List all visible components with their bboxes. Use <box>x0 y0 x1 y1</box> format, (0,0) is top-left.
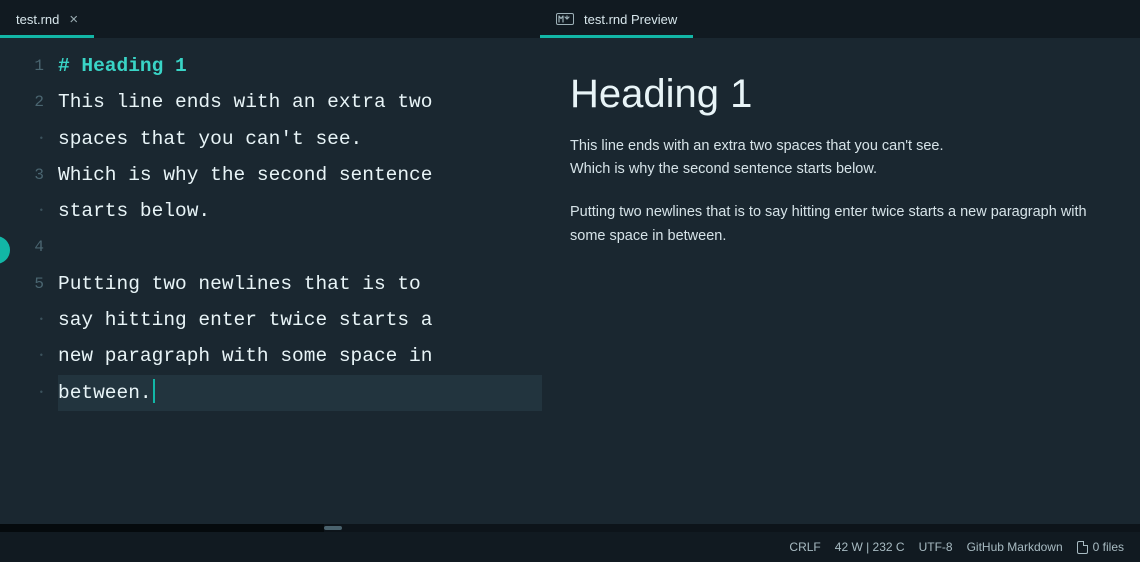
tab-label: test.rnd <box>16 12 59 27</box>
code-line[interactable]: starts below. <box>58 193 542 229</box>
code-line[interactable]: between. <box>58 375 542 411</box>
preview-paragraph: This line ends with an extra two spaces … <box>570 135 1112 181</box>
code-line[interactable]: This line ends with an extra two <box>58 84 542 120</box>
file-icon <box>1077 541 1088 554</box>
gutter-line: 3 <box>0 157 44 193</box>
gutter-line: • <box>0 302 44 338</box>
tab-bar: test.rnd × test.rnd Preview <box>0 0 1140 38</box>
gutter-line: • <box>0 375 44 411</box>
preview-pane: Heading 1 This line ends with an extra t… <box>542 38 1140 532</box>
editor-tab-group: test.rnd × <box>0 0 540 38</box>
markdown-icon <box>556 13 574 25</box>
preview-tab-group: test.rnd Preview <box>540 0 1140 38</box>
code-line[interactable]: Putting two newlines that is to <box>58 266 542 302</box>
code-line[interactable]: Which is why the second sentence <box>58 157 542 193</box>
gutter-line: • <box>0 338 44 374</box>
gutter-line: • <box>0 121 44 157</box>
preview-paragraph: Putting two newlines that is to say hitt… <box>570 201 1112 247</box>
tab-preview[interactable]: test.rnd Preview <box>540 0 693 38</box>
code-line[interactable]: spaces that you can't see. <box>58 121 542 157</box>
status-encoding[interactable]: UTF-8 <box>919 540 953 554</box>
code-area[interactable]: # Heading 1This line ends with an extra … <box>58 48 542 532</box>
scroll-track <box>0 524 324 532</box>
text-cursor <box>153 379 155 403</box>
line-gutter: 12•3•45••• <box>0 48 58 532</box>
code-line[interactable]: say hitting enter twice starts a <box>58 302 542 338</box>
code-line[interactable]: new paragraph with some space in <box>58 338 542 374</box>
gutter-line: • <box>0 193 44 229</box>
code-line[interactable]: # Heading 1 <box>58 48 542 84</box>
gutter-line: 5 <box>0 266 44 302</box>
tab-editor[interactable]: test.rnd × <box>0 0 94 38</box>
status-bar: CRLF 42 W | 232 C UTF-8 GitHub Markdown … <box>0 532 1140 562</box>
preview-heading: Heading 1 <box>570 72 1112 117</box>
status-files-label: 0 files <box>1093 540 1124 554</box>
tab-label: test.rnd Preview <box>584 12 677 27</box>
editor-pane[interactable]: 12•3•45••• # Heading 1This line ends wit… <box>0 38 542 532</box>
status-eol[interactable]: CRLF <box>789 540 820 554</box>
split-panes: 12•3•45••• # Heading 1This line ends wit… <box>0 38 1140 532</box>
status-files[interactable]: 0 files <box>1077 540 1124 554</box>
status-wordcount[interactable]: 42 W | 232 C <box>835 540 905 554</box>
close-icon[interactable]: × <box>69 12 78 27</box>
status-grammar[interactable]: GitHub Markdown <box>967 540 1063 554</box>
gutter-line: 2 <box>0 84 44 120</box>
gutter-line: 1 <box>0 48 44 84</box>
scroll-thumb[interactable] <box>324 526 342 530</box>
horizontal-scrollbar[interactable] <box>0 524 1140 532</box>
code-line[interactable] <box>58 229 542 265</box>
